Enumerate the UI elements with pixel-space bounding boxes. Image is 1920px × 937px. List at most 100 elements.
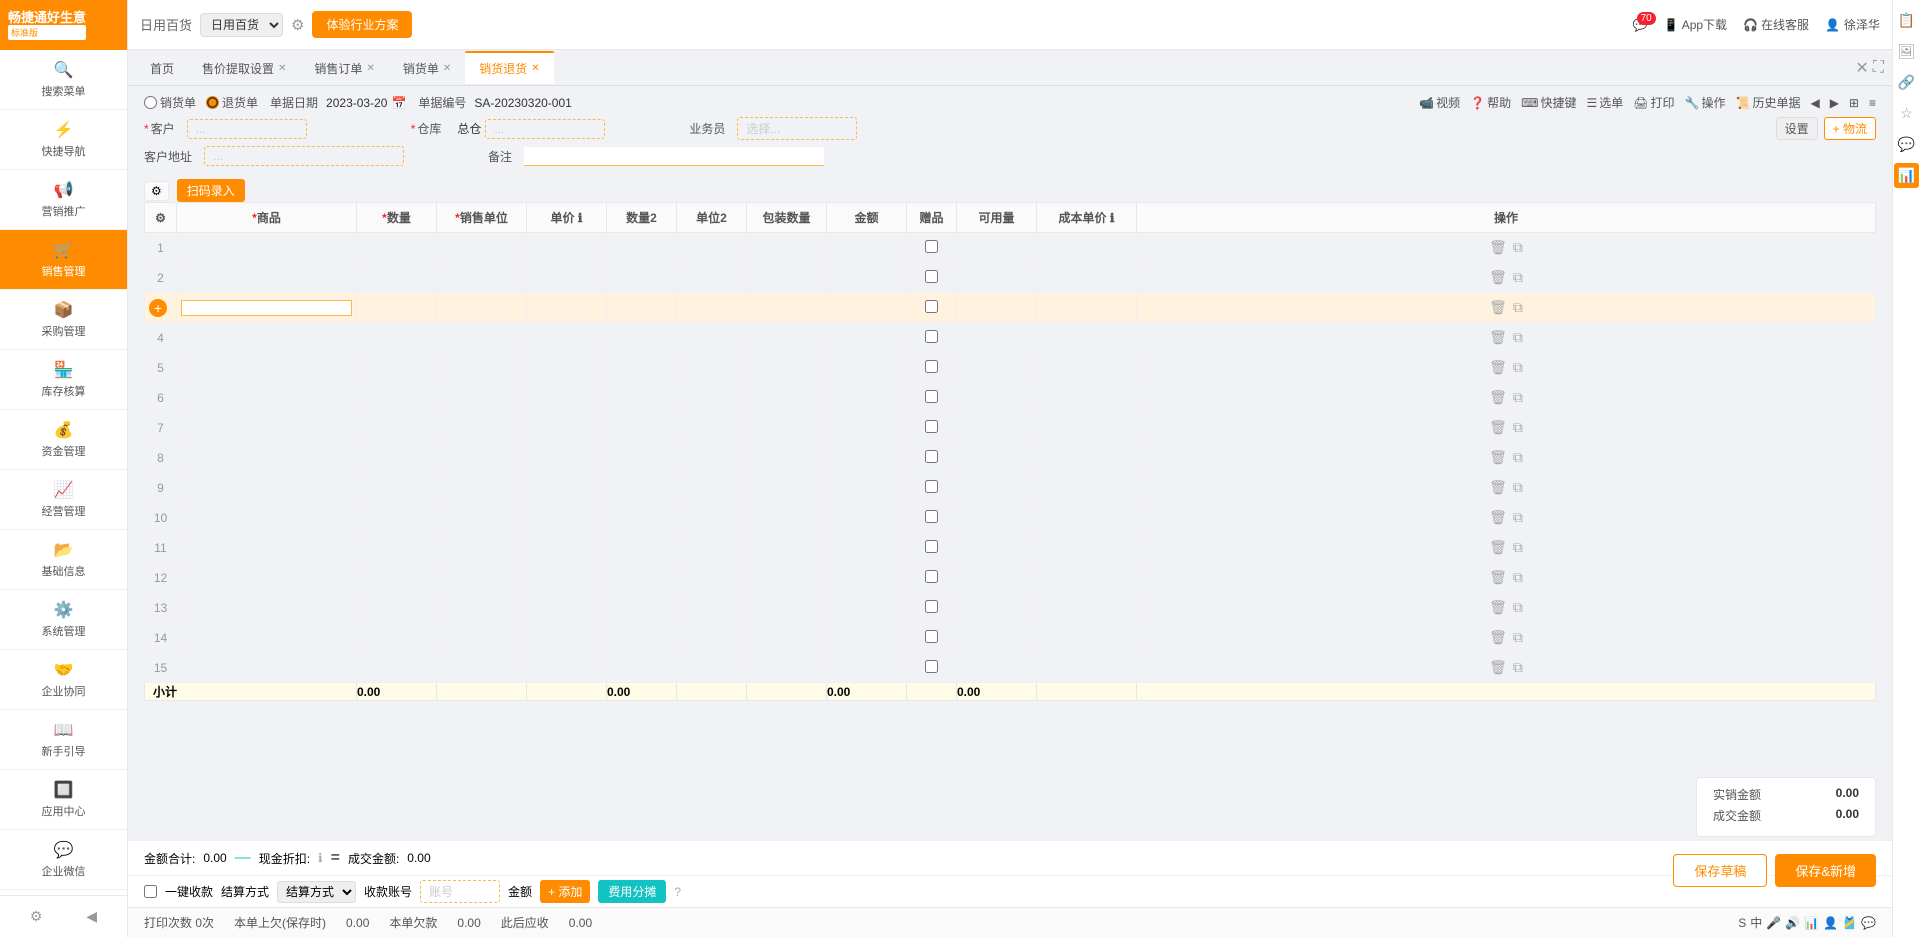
delete-icon[interactable]: 🗑 bbox=[1489, 239, 1507, 256]
pkg-cell[interactable] bbox=[747, 233, 827, 263]
right-tool-note[interactable]: 📋 bbox=[1894, 8, 1919, 33]
operation-link[interactable]: 🔧 操作 bbox=[1685, 94, 1726, 111]
delete-icon[interactable]: 🗑 bbox=[1489, 419, 1507, 436]
delete-icon[interactable]: 🗑 bbox=[1489, 659, 1507, 676]
price-cell[interactable] bbox=[527, 233, 607, 263]
tab-sales-order-close[interactable]: ✕ bbox=[366, 63, 374, 74]
copy-icon[interactable]: ⧉ bbox=[1513, 299, 1523, 316]
gift-checkbox[interactable] bbox=[925, 330, 938, 343]
right-tool-link[interactable]: 🔗 bbox=[1894, 70, 1919, 95]
sidebar-item-search[interactable]: 🔍 搜索菜单 bbox=[0, 50, 127, 110]
close-tab-icon[interactable]: ✕ bbox=[1855, 58, 1868, 78]
help-link[interactable]: ❓ 帮助 bbox=[1470, 94, 1511, 111]
setting-btn[interactable]: 设置 bbox=[1776, 117, 1818, 140]
salesperson-input[interactable]: 选择... bbox=[737, 117, 857, 140]
right-tool-active[interactable]: 📊 bbox=[1894, 163, 1919, 188]
calc-method-select[interactable]: 结算方式 bbox=[277, 881, 356, 903]
grid-view[interactable]: ⊞ bbox=[1849, 96, 1859, 110]
sidebar-item-enterprise[interactable]: 🤝 企业协同 bbox=[0, 650, 127, 710]
experience-btn[interactable]: 体验行业方案 bbox=[312, 11, 412, 38]
status-icon-2[interactable]: 中 bbox=[1750, 914, 1762, 931]
delete-icon[interactable]: 🗑 bbox=[1489, 329, 1507, 346]
status-icon-5[interactable]: 📊 bbox=[1804, 916, 1819, 930]
delete-icon[interactable]: 🗑 bbox=[1489, 269, 1507, 286]
one-key-checkbox[interactable] bbox=[144, 885, 157, 898]
right-tool-chat[interactable]: 💬 bbox=[1894, 132, 1919, 157]
delete-icon[interactable]: 🗑 bbox=[1489, 599, 1507, 616]
gift-checkbox[interactable] bbox=[925, 540, 938, 553]
delete-icon[interactable]: 🗑 bbox=[1489, 299, 1507, 316]
list-view[interactable]: ≡ bbox=[1869, 96, 1876, 110]
right-tool-image[interactable]: 🖼 bbox=[1894, 39, 1920, 64]
radio-return-input[interactable] bbox=[206, 96, 219, 109]
status-icon-7[interactable]: 🎽 bbox=[1842, 916, 1857, 930]
sidebar-item-guide[interactable]: 📖 新手引导 bbox=[0, 710, 127, 770]
copy-icon[interactable]: ⧉ bbox=[1513, 269, 1523, 286]
status-icon-3[interactable]: 🎤 bbox=[1766, 916, 1781, 930]
gift-checkbox[interactable] bbox=[925, 420, 938, 433]
gift-checkbox[interactable] bbox=[925, 390, 938, 403]
col-settings-icon[interactable]: ⚙ bbox=[144, 181, 169, 201]
expense-help[interactable]: ? bbox=[674, 885, 681, 899]
right-tool-star[interactable]: ☆ bbox=[1896, 101, 1917, 126]
print-link[interactable]: 🖨 打印 bbox=[1633, 94, 1674, 111]
customer-input[interactable]: ... bbox=[187, 119, 307, 139]
copy-icon[interactable]: ⧉ bbox=[1513, 569, 1523, 586]
sidebar-item-basic[interactable]: 📂 基础信息 bbox=[0, 530, 127, 590]
shortcut-link[interactable]: ⌨ 快捷键 bbox=[1521, 94, 1576, 111]
maximize-icon[interactable]: ⛶ bbox=[1873, 59, 1884, 77]
sidebar-item-operation[interactable]: 📈 经营管理 bbox=[0, 470, 127, 530]
sidebar-item-purchase[interactable]: 📦 采购管理 bbox=[0, 290, 127, 350]
copy-icon[interactable]: ⧉ bbox=[1513, 389, 1523, 406]
sidebar-item-apps[interactable]: 🔲 应用中心 bbox=[0, 770, 127, 830]
logistics-btn[interactable]: + 物流 bbox=[1824, 117, 1876, 140]
delete-icon[interactable]: 🗑 bbox=[1489, 449, 1507, 466]
copy-icon[interactable]: ⧉ bbox=[1513, 329, 1523, 346]
tab-home[interactable]: 首页 bbox=[136, 51, 188, 84]
scan-btn[interactable]: 扫码录入 bbox=[177, 179, 245, 202]
expense-split-btn[interactable]: 费用分摊 bbox=[598, 880, 666, 903]
amount-cell[interactable] bbox=[827, 233, 907, 263]
prev-nav[interactable]: ◀ bbox=[1810, 96, 1819, 110]
warehouse-input[interactable]: ... bbox=[485, 119, 605, 139]
copy-icon[interactable]: ⧉ bbox=[1513, 509, 1523, 526]
tab-return-close[interactable]: ✕ bbox=[531, 63, 539, 74]
topbar-gear-icon[interactable]: ⚙ bbox=[291, 16, 304, 34]
sidebar-item-shortcut[interactable]: ⚡ 快捷导航 bbox=[0, 110, 127, 170]
gift-checkbox[interactable] bbox=[925, 240, 938, 253]
status-icon-8[interactable]: 💬 bbox=[1861, 916, 1876, 930]
gift-checkbox[interactable] bbox=[925, 450, 938, 463]
copy-icon[interactable]: ⧉ bbox=[1513, 479, 1523, 496]
collapse-icon[interactable]: ◀ bbox=[82, 904, 101, 929]
calendar-icon[interactable]: 📅 bbox=[391, 96, 406, 110]
qty2-cell[interactable] bbox=[607, 233, 677, 263]
app-download-link[interactable]: 📱 App下载 bbox=[1664, 16, 1727, 33]
user-menu[interactable]: 👤 徐泽华 bbox=[1825, 16, 1880, 33]
gift-checkbox[interactable] bbox=[925, 360, 938, 373]
sidebar-item-finance[interactable]: 💰 资金管理 bbox=[0, 410, 127, 470]
copy-icon[interactable]: ⧉ bbox=[1513, 629, 1523, 646]
delete-icon[interactable]: 🗑 bbox=[1489, 629, 1507, 646]
add-payment-btn[interactable]: + 添加 bbox=[540, 880, 590, 903]
add-row-btn[interactable]: + bbox=[149, 299, 167, 317]
tab-price-close[interactable]: ✕ bbox=[278, 63, 286, 74]
copy-icon[interactable]: ⧉ bbox=[1513, 239, 1523, 256]
delete-icon[interactable]: 🗑 bbox=[1489, 479, 1507, 496]
tab-sales[interactable]: 销货单 ✕ bbox=[389, 51, 465, 84]
message-icon[interactable]: 💬70 bbox=[1633, 18, 1648, 32]
gift-checkbox[interactable] bbox=[925, 570, 938, 583]
gift-checkbox[interactable] bbox=[925, 480, 938, 493]
copy-icon[interactable]: ⧉ bbox=[1513, 419, 1523, 436]
status-icon-1[interactable]: S bbox=[1738, 916, 1746, 930]
online-service-link[interactable]: 🎧 在线客服 bbox=[1743, 16, 1809, 33]
gift-checkbox[interactable] bbox=[925, 600, 938, 613]
copy-icon[interactable]: ⧉ bbox=[1513, 599, 1523, 616]
add-row-cell[interactable]: + bbox=[145, 293, 177, 323]
history-link[interactable]: 📜 历史单据 bbox=[1735, 94, 1800, 111]
settings-icon[interactable]: ⚙ bbox=[26, 904, 47, 929]
gift-checkbox[interactable] bbox=[925, 630, 938, 643]
save-draft-btn[interactable]: 保存草稿 bbox=[1673, 854, 1767, 887]
radio-sales[interactable]: 销货单 bbox=[144, 94, 196, 111]
delete-icon[interactable]: 🗑 bbox=[1489, 509, 1507, 526]
qty-cell[interactable] bbox=[357, 233, 437, 263]
